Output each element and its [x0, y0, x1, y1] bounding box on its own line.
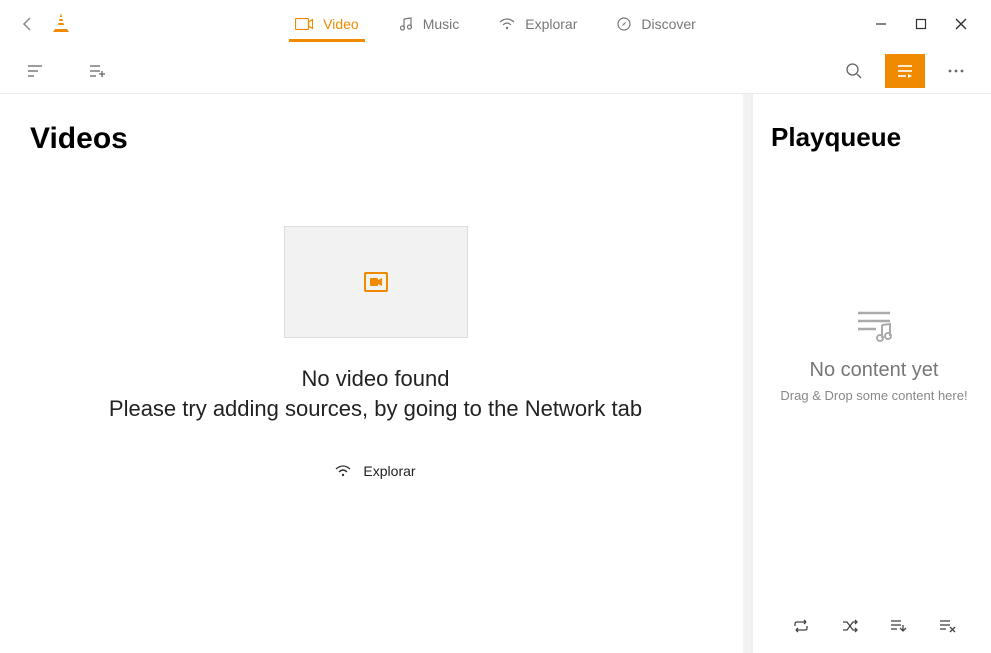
playqueue-empty-subtitle: Drag & Drop some content here!	[780, 388, 967, 403]
tab-discover-label: Discover	[641, 16, 695, 32]
close-button[interactable]	[955, 18, 967, 30]
camera-icon	[364, 272, 388, 292]
queue-add-button[interactable]	[80, 54, 114, 88]
queue-down-icon	[889, 619, 907, 633]
playqueue-panel: Playqueue No content yet Drag & Drop som…	[753, 94, 991, 653]
content-panel: Videos No video found Please try adding …	[0, 94, 753, 653]
playqueue-empty-state: No content yet Drag & Drop some content …	[771, 113, 977, 599]
playlist-icon	[896, 64, 914, 78]
tab-explore[interactable]: Explorar	[499, 0, 577, 48]
queue-clear-button[interactable]	[931, 610, 963, 642]
toolbar-left	[18, 54, 114, 88]
music-icon	[399, 17, 413, 31]
playlist-music-icon	[854, 309, 894, 343]
explore-button-label: Explorar	[363, 463, 415, 479]
topbar-left	[0, 12, 160, 37]
wifi-icon	[499, 18, 515, 30]
toolbar-right	[837, 54, 973, 88]
tab-music-label: Music	[423, 16, 460, 32]
top-bar: Video Music Explorar Discover	[0, 0, 991, 48]
main-area: Videos No video found Please try adding …	[0, 94, 991, 653]
tab-video-label: Video	[323, 16, 359, 32]
video-placeholder-thumb	[284, 226, 468, 338]
shuffle-button[interactable]	[834, 610, 866, 642]
empty-message-line2: Please try adding sources, by going to t…	[109, 394, 642, 424]
content-scrollbar[interactable]	[743, 94, 751, 653]
video-icon	[295, 18, 313, 30]
sort-button[interactable]	[18, 54, 52, 88]
tab-discover[interactable]: Discover	[617, 0, 695, 48]
maximize-button[interactable]	[915, 18, 927, 30]
queue-clear-icon	[938, 619, 956, 633]
shuffle-icon	[841, 619, 859, 633]
tab-video[interactable]: Video	[295, 0, 359, 48]
queue-add-icon	[88, 64, 106, 78]
playqueue-empty-title: No content yet	[810, 359, 939, 382]
empty-message-line1: No video found	[302, 364, 450, 394]
compass-icon	[617, 17, 631, 31]
top-tabs: Video Music Explorar Discover	[160, 0, 831, 48]
repeat-button[interactable]	[785, 610, 817, 642]
queue-save-button[interactable]	[882, 610, 914, 642]
empty-state: No video found Please try adding sources…	[30, 226, 721, 479]
toolbar	[0, 48, 991, 94]
search-icon	[845, 62, 863, 80]
more-icon	[947, 69, 965, 73]
page-title: Videos	[30, 122, 721, 156]
playqueue-toggle-button[interactable]	[885, 54, 925, 88]
back-button[interactable]	[20, 16, 36, 32]
minimize-button[interactable]	[875, 18, 887, 30]
tab-music[interactable]: Music	[399, 0, 460, 48]
explore-button[interactable]: Explorar	[335, 463, 415, 479]
playqueue-bottom-bar	[771, 599, 977, 653]
repeat-icon	[792, 619, 810, 633]
sort-icon	[26, 64, 44, 78]
wifi-icon	[335, 465, 351, 477]
vlc-logo-icon	[52, 12, 70, 37]
search-button[interactable]	[837, 54, 871, 88]
tab-explore-label: Explorar	[525, 16, 577, 32]
more-button[interactable]	[939, 54, 973, 88]
window-controls	[831, 18, 991, 30]
